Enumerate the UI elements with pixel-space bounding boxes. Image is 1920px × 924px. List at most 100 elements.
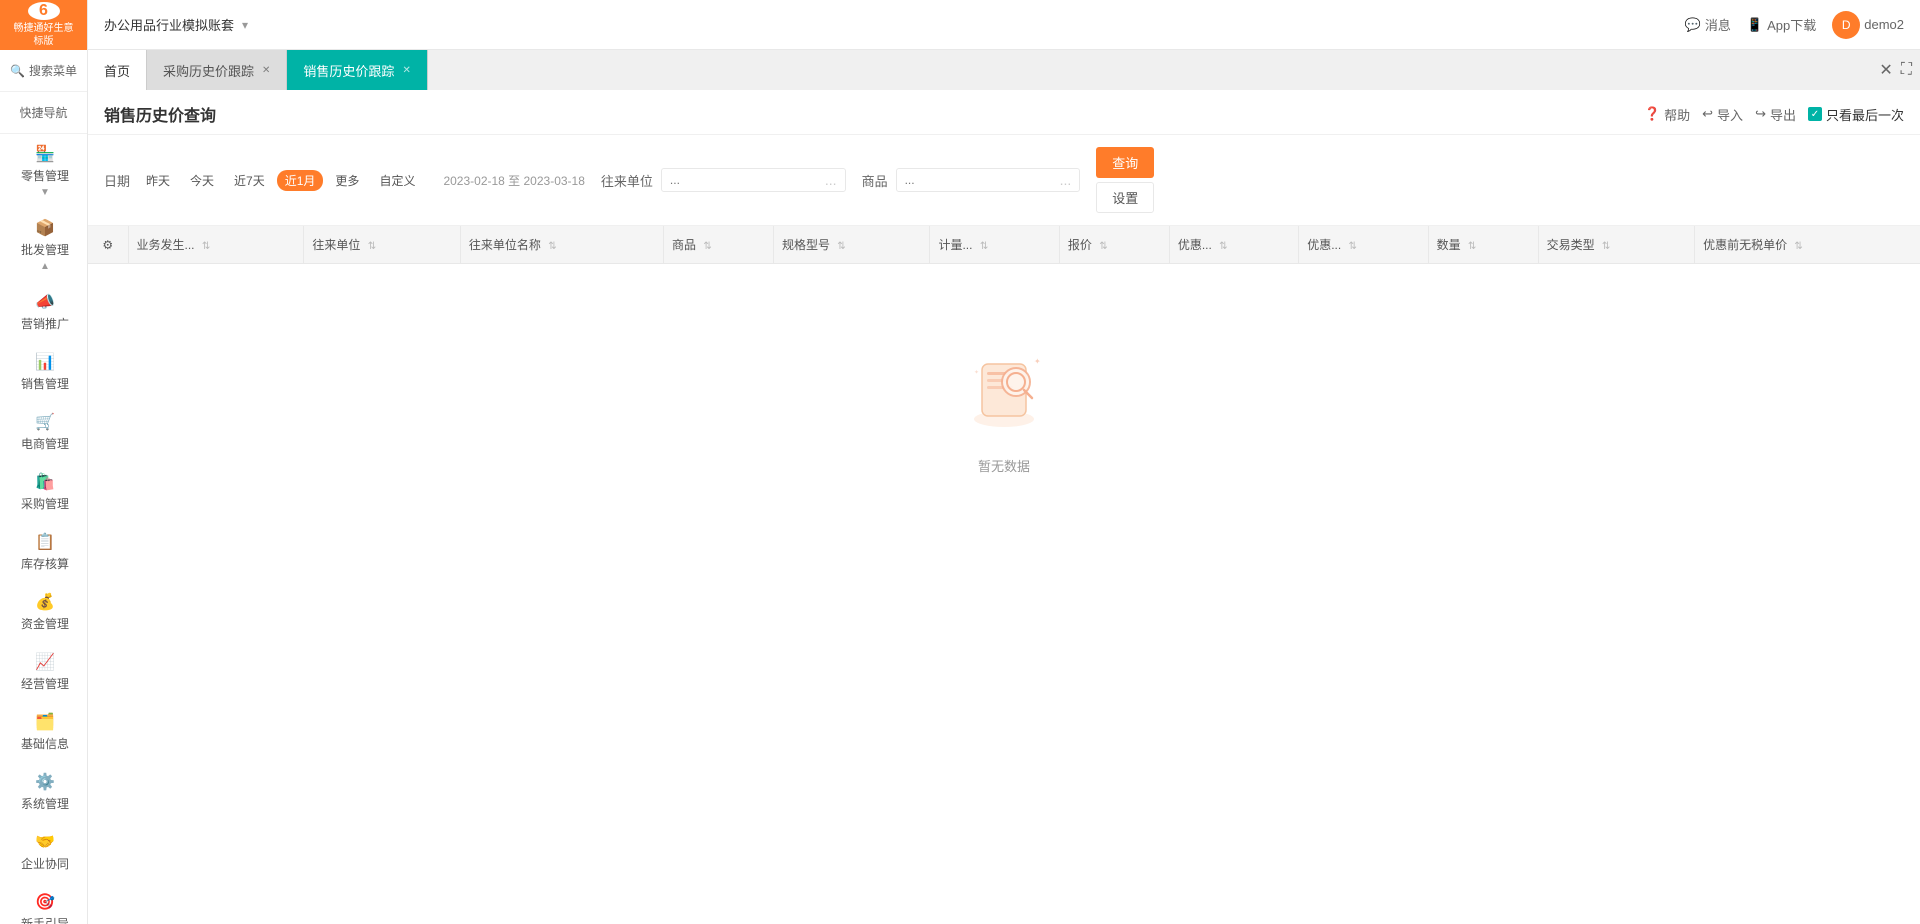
col-quantity[interactable]: 数量 ⇅ [1428, 226, 1538, 264]
only-last-checkbox[interactable]: ✓ [1808, 107, 1822, 121]
tab-close-all-button[interactable]: ✕ [1879, 60, 1892, 80]
partner-input[interactable] [670, 173, 825, 187]
main-area: 办公用品行业模拟账套 ▾ 💬 消息 📱 App下载 D demo2 首页 [88, 0, 1920, 924]
col-partner-code[interactable]: 往来单位 ⇅ [304, 226, 461, 264]
page-title: 销售历史价查询 [104, 102, 216, 126]
tab-home[interactable]: 首页 [88, 50, 147, 90]
sidebar-item-system[interactable]: ⚙️ 系统管理 [0, 762, 87, 822]
query-button[interactable]: 查询 [1096, 147, 1154, 178]
col-no-tax-price[interactable]: 优惠前无税单价 ⇅ [1695, 226, 1920, 264]
table-container: ⚙ 业务发生... ⇅ 往来单位 ⇅ 往来单位名称 ⇅ 商品 ⇅ 规格型号 ⇅ … [88, 226, 1920, 264]
topbar-right: 💬 消息 📱 App下载 D demo2 [1685, 11, 1904, 39]
logo-text: 畅捷通好生意 [14, 22, 74, 35]
tab-home-label: 首页 [104, 61, 130, 80]
tab-purchase-history[interactable]: 采购历史价跟踪 ✕ [147, 50, 287, 90]
help-action[interactable]: ❓ 帮助 [1644, 105, 1690, 124]
finance-icon: 💰 [35, 592, 55, 612]
sort-discount1-icon: ⇅ [1219, 241, 1227, 252]
sidebar-item-newbie[interactable]: 🎯 新手引导 [0, 882, 87, 924]
empty-text: 暂无数据 [978, 456, 1030, 475]
message-label: 消息 [1705, 15, 1731, 34]
basic-label: 基础信息 [21, 735, 69, 752]
product-input[interactable] [905, 173, 1060, 187]
sidebar-item-enterprise[interactable]: 🤝 企业协同 [0, 822, 87, 882]
sidebar-search-section: 🔍 搜索菜单 [0, 50, 87, 92]
date-opt-today[interactable]: 今天 [182, 170, 222, 191]
col-biz-date[interactable]: 业务发生... ⇅ [128, 226, 304, 264]
col-product[interactable]: 商品 ⇅ [663, 226, 773, 264]
sidebar-item-marketing[interactable]: 📣 营销推广 [0, 282, 87, 342]
sidebar-item-basic[interactable]: 🗂️ 基础信息 [0, 702, 87, 762]
date-opt-more[interactable]: 更多 [327, 170, 367, 191]
sales-mgmt-icon: 📊 [35, 352, 55, 372]
col-quote[interactable]: 报价 ⇅ [1059, 226, 1169, 264]
user-profile[interactable]: D demo2 [1832, 11, 1904, 39]
tabs-bar: 首页 采购历史价跟踪 ✕ 销售历史价跟踪 ✕ ✕ ⛶ [88, 50, 1920, 90]
logo-subtitle: 标版 [34, 35, 54, 48]
data-table: ⚙ 业务发生... ⇅ 往来单位 ⇅ 往来单位名称 ⇅ 商品 ⇅ 规格型号 ⇅ … [88, 226, 1920, 264]
sidebar-item-wholesale[interactable]: 📦 批发管理 ▲ [0, 208, 87, 282]
col-settings[interactable]: ⚙ [88, 226, 128, 264]
topbar-left: 办公用品行业模拟账套 ▾ [104, 15, 248, 34]
marketing-icon: 📣 [35, 292, 55, 312]
col-spec[interactable]: 规格型号 ⇅ [773, 226, 930, 264]
tab-sales-history-close-icon[interactable]: ✕ [402, 65, 410, 76]
retail-arrow-icon: ▼ [40, 187, 50, 198]
date-opt-7days[interactable]: 近7天 [226, 170, 273, 191]
date-opt-yesterday[interactable]: 昨天 [138, 170, 178, 191]
filter-actions: 查询 设置 [1096, 147, 1154, 213]
quick-nav-label[interactable]: 快捷导航 [6, 100, 81, 125]
message-icon: 💬 [1685, 17, 1701, 33]
sidebar-item-purchase[interactable]: 🛍️ 采购管理 [0, 462, 87, 522]
app-download-label: App下载 [1767, 15, 1816, 34]
import-action[interactable]: ↩ 导入 [1702, 105, 1743, 124]
col-discount2[interactable]: 优惠... ⇅ [1299, 226, 1428, 264]
date-filter: 日期 昨天 今天 近7天 近1月 更多 自定义 [104, 170, 423, 191]
sort-quote-icon: ⇅ [1099, 241, 1107, 252]
sidebar-item-ecom[interactable]: 🛒 电商管理 [0, 402, 87, 462]
tabs-actions: ✕ ⛶ [1879, 60, 1920, 80]
sort-no-tax-price-icon: ⇅ [1794, 241, 1802, 252]
date-range-item: 2023-02-18 至 2023-03-18 [439, 172, 584, 189]
help-label: 帮助 [1664, 105, 1690, 124]
import-label: 导入 [1717, 105, 1743, 124]
empty-icon: ✦ ✦ [954, 344, 1054, 444]
message-action[interactable]: 💬 消息 [1685, 15, 1731, 34]
partner-input-ellipsis[interactable]: ... [825, 172, 837, 188]
quick-nav-section: 快捷导航 [0, 92, 87, 134]
filter-row: 日期 昨天 今天 近7天 近1月 更多 自定义 2023-02-18 至 202… [104, 147, 1904, 213]
date-opt-custom[interactable]: 自定义 [371, 170, 423, 191]
col-discount1[interactable]: 优惠... ⇅ [1169, 226, 1298, 264]
marketing-label: 营销推广 [21, 315, 69, 332]
retail-label: 零售管理 [21, 167, 69, 184]
date-opt-1month[interactable]: 近1月 [277, 170, 324, 191]
col-partner-name[interactable]: 往来单位名称 ⇅ [460, 226, 663, 264]
company-dropdown-icon[interactable]: ▾ [242, 18, 248, 32]
sidebar-item-inventory[interactable]: 📋 库存核算 [0, 522, 87, 582]
settings-button[interactable]: 设置 [1096, 182, 1154, 213]
sidebar-item-operations[interactable]: 📈 经营管理 [0, 642, 87, 702]
col-unit[interactable]: 计量... ⇅ [930, 226, 1059, 264]
tab-maximize-button[interactable]: ⛶ [1901, 61, 1912, 79]
ecom-icon: 🛒 [35, 412, 55, 432]
product-input-ellipsis[interactable]: ... [1060, 172, 1072, 188]
enterprise-label: 企业协同 [21, 855, 69, 872]
only-last-wrapper[interactable]: ✓ 只看最后一次 [1808, 105, 1904, 124]
tab-purchase-history-label: 采购历史价跟踪 [163, 61, 254, 80]
tab-sales-history[interactable]: 销售历史价跟踪 ✕ [287, 50, 427, 90]
search-icon: 🔍 [10, 64, 25, 78]
ecom-label: 电商管理 [21, 435, 69, 452]
tab-purchase-history-close-icon[interactable]: ✕ [262, 65, 270, 76]
search-menu-button[interactable]: 🔍 搜索菜单 [6, 58, 81, 83]
date-range-text: 2023-02-18 至 2023-03-18 [443, 172, 584, 189]
sidebar-item-sales-mgmt[interactable]: 📊 销售管理 [0, 342, 87, 402]
col-trade-type[interactable]: 交易类型 ⇅ [1538, 226, 1695, 264]
topbar: 办公用品行业模拟账套 ▾ 💬 消息 📱 App下载 D demo2 [88, 0, 1920, 50]
sales-mgmt-label: 销售管理 [21, 375, 69, 392]
sidebar-item-finance[interactable]: 💰 资金管理 [0, 582, 87, 642]
page-content: 销售历史价查询 ❓ 帮助 ↩ 导入 ↪ 导出 [88, 90, 1920, 924]
app-download-action[interactable]: 📱 App下载 [1747, 15, 1816, 34]
product-filter: 商品 ... [862, 168, 1081, 192]
export-action[interactable]: ↪ 导出 [1755, 105, 1796, 124]
sidebar-item-retail[interactable]: 🏪 零售管理 ▼ [0, 134, 87, 208]
